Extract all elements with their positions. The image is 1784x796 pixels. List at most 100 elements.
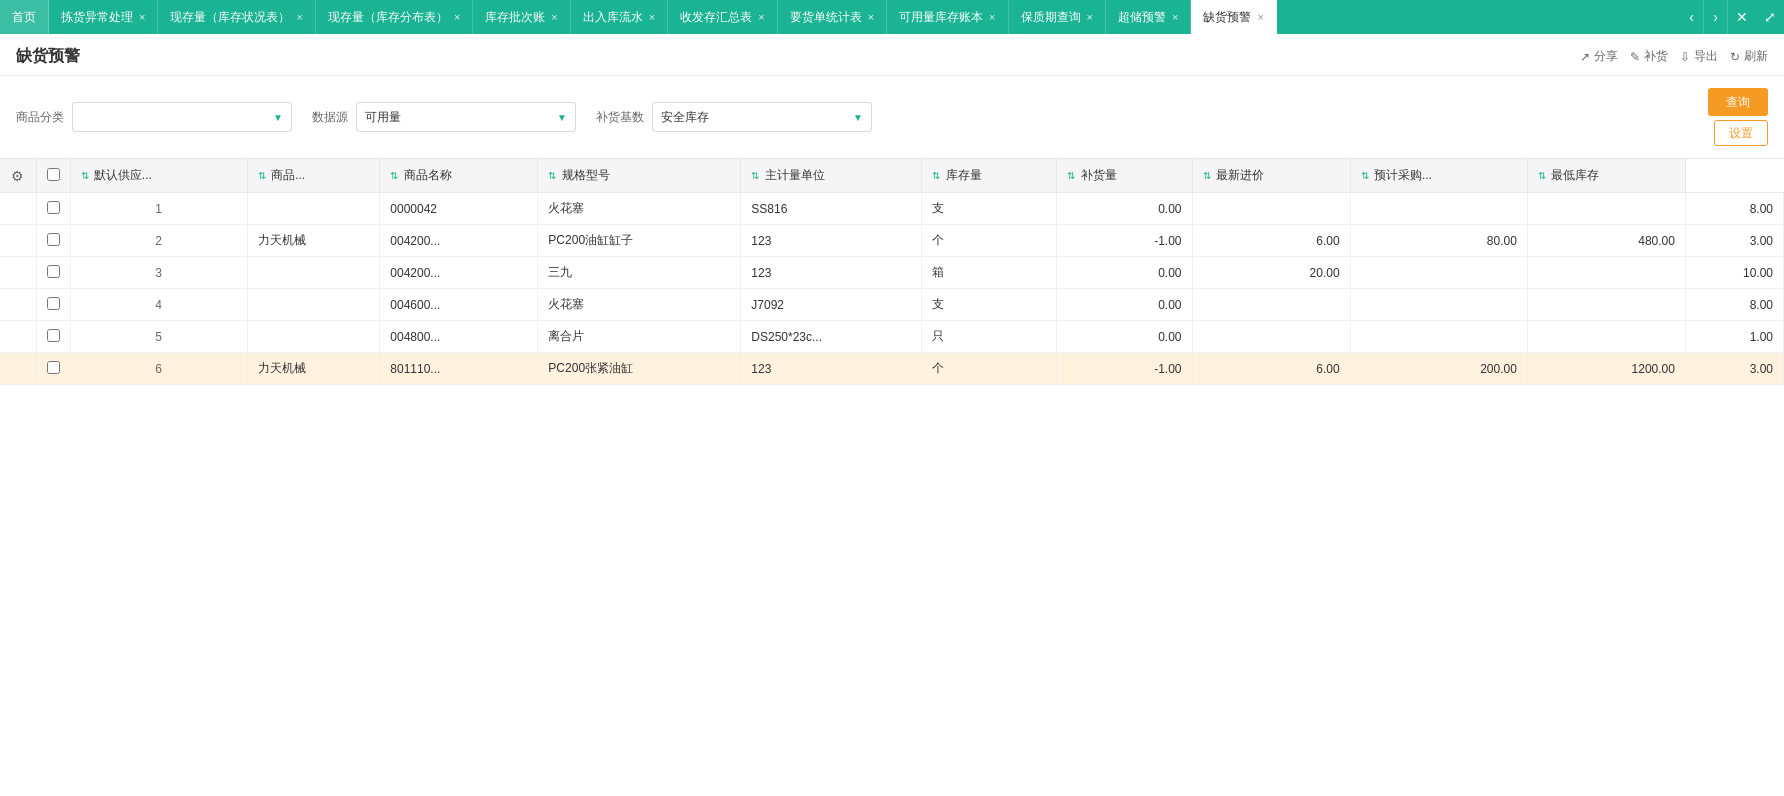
row-stock-cell: 0.00 (1057, 321, 1192, 353)
row-latest-price-cell (1350, 289, 1527, 321)
row-gear-cell (0, 257, 36, 289)
replenish-base-arrow-icon: ▼ (853, 112, 863, 123)
replenish-action[interactable]: ✎ 补货 (1630, 48, 1668, 65)
tab-close-available-ledger[interactable]: × (989, 11, 995, 23)
col-replenish[interactable]: ⇅ 补货量 (1057, 159, 1192, 193)
col-latest-price[interactable]: ⇅ 最新进价 (1192, 159, 1350, 193)
row-checkbox-cell[interactable] (36, 257, 70, 289)
tab-close-inventory-status[interactable]: × (296, 11, 302, 23)
tab-close-collection-summary[interactable]: × (758, 11, 764, 23)
tab-close-overstock-warning[interactable]: × (1172, 11, 1178, 23)
tab-collection-summary[interactable]: 收发存汇总表 × (668, 0, 777, 34)
export-icon: ⇩ (1680, 50, 1690, 64)
row-supplier-cell (247, 257, 379, 289)
row-num-cell: 5 (70, 321, 247, 353)
tab-batch-anomaly[interactable]: 拣货异常处理 × (49, 0, 158, 34)
row-checkbox-5[interactable] (47, 329, 60, 342)
category-arrow-icon: ▼ (273, 112, 283, 123)
datasource-select[interactable]: 可用量 ▼ (356, 102, 576, 132)
tab-close-inventory-dist[interactable]: × (454, 11, 460, 23)
row-checkbox-3[interactable] (47, 265, 60, 278)
tab-batch-account[interactable]: 库存批次账 × (473, 0, 570, 34)
col-spec[interactable]: ⇅ 规格型号 (538, 159, 741, 193)
sort-name-icon: ⇅ (390, 170, 398, 181)
tab-available-ledger[interactable]: 可用量库存账本 × (887, 0, 1008, 34)
row-code-cell: 004200... (380, 257, 538, 289)
refresh-action[interactable]: ↻ 刷新 (1730, 48, 1768, 65)
row-num-cell: 6 (70, 353, 247, 385)
tab-close-requisition-stats[interactable]: × (868, 11, 874, 23)
col-code[interactable]: ⇅ 商品... (247, 159, 379, 193)
row-stock-cell: 0.00 (1057, 289, 1192, 321)
settings-button[interactable]: 设置 (1714, 120, 1768, 146)
col-name[interactable]: ⇅ 商品名称 (380, 159, 538, 193)
select-all-checkbox[interactable] (47, 168, 60, 181)
col-stock[interactable]: ⇅ 库存量 (922, 159, 1057, 193)
row-supplier-cell: 力天机械 (247, 353, 379, 385)
tab-next-btn[interactable]: › (1704, 0, 1728, 34)
row-checkbox-cell[interactable] (36, 353, 70, 385)
row-estimated-cell (1527, 257, 1685, 289)
tab-close-shortage-warning[interactable]: × (1257, 11, 1263, 23)
row-checkbox-1[interactable] (47, 201, 60, 214)
tab-close-expiry-query[interactable]: × (1087, 11, 1093, 23)
tab-close-batch-account[interactable]: × (551, 11, 557, 23)
row-replenish-cell: 6.00 (1192, 353, 1350, 385)
sort-supplier-icon: ⇅ (81, 170, 89, 181)
tab-inventory-dist[interactable]: 现存量（库存分布表） × (316, 0, 473, 34)
datasource-arrow-icon: ▼ (557, 112, 567, 123)
tab-requisition-stats[interactable]: 要货单统计表 × (778, 0, 887, 34)
replenish-base-select[interactable]: 安全库存 ▼ (652, 102, 872, 132)
table-row: 1 0000042 火花塞 SS816 支 0.00 8.00 (0, 193, 1784, 225)
tab-home[interactable]: 首页 (0, 0, 49, 34)
row-checkbox-cell[interactable] (36, 321, 70, 353)
tab-prev-btn[interactable]: ‹ (1680, 0, 1704, 34)
col-supplier[interactable]: ⇅ 默认供应... (70, 159, 247, 193)
col-gear[interactable]: ⚙ (0, 159, 36, 193)
header-actions: ↗ 分享 ✎ 补货 ⇩ 导出 ↻ 刷新 (1580, 48, 1768, 65)
tab-close-batch-anomaly[interactable]: × (139, 11, 145, 23)
tab-close-all-btn[interactable]: ✕ (1728, 0, 1756, 34)
row-stock-cell: -1.00 (1057, 353, 1192, 385)
col-estimated-purchase[interactable]: ⇅ 预计采购... (1350, 159, 1527, 193)
shortage-table: ⚙ ⇅ 默认供应... ⇅ 商品... ⇅ 商品名称 (0, 159, 1784, 385)
query-button[interactable]: 查询 (1708, 88, 1768, 116)
col-unit[interactable]: ⇅ 主计量单位 (741, 159, 922, 193)
row-min-stock-cell: 3.00 (1685, 353, 1783, 385)
category-select[interactable]: ▼ (72, 102, 292, 132)
row-code-cell: 004800... (380, 321, 538, 353)
refresh-icon: ↻ (1730, 50, 1740, 64)
tab-close-in-out-flow[interactable]: × (649, 11, 655, 23)
export-action[interactable]: ⇩ 导出 (1680, 48, 1718, 65)
table-body: 1 0000042 火花塞 SS816 支 0.00 8.00 2 力天机械 0… (0, 193, 1784, 385)
tab-bar: 首页 拣货异常处理 × 现存量（库存状况表） × 现存量（库存分布表） × 库存… (0, 0, 1784, 34)
tab-expand-btn[interactable]: ⤢ (1756, 0, 1784, 34)
row-unit-cell: 只 (922, 321, 1057, 353)
tab-shortage-warning[interactable]: 缺货预警 × (1191, 0, 1276, 34)
row-checkbox-cell[interactable] (36, 225, 70, 257)
row-gear-cell (0, 289, 36, 321)
share-action[interactable]: ↗ 分享 (1580, 48, 1618, 65)
row-checkbox-cell[interactable] (36, 289, 70, 321)
sort-stock-icon: ⇅ (932, 170, 940, 181)
filter-actions: 查询 设置 (1708, 88, 1768, 146)
tab-overstock-warning[interactable]: 超储预警 × (1106, 0, 1191, 34)
row-unit-cell: 个 (922, 353, 1057, 385)
row-checkbox-2[interactable] (47, 233, 60, 246)
gear-icon[interactable]: ⚙ (11, 168, 24, 184)
datasource-filter-group: 数据源 可用量 ▼ (312, 102, 576, 132)
row-name-cell: 火花塞 (538, 289, 741, 321)
tab-in-out-flow[interactable]: 出入库流水 × (571, 0, 668, 34)
row-name-cell: 离合片 (538, 321, 741, 353)
col-checkbox (36, 159, 70, 193)
col-min-stock[interactable]: ⇅ 最低库存 (1527, 159, 1685, 193)
tab-inventory-status[interactable]: 现存量（库存状况表） × (158, 0, 315, 34)
tab-expiry-query[interactable]: 保质期查询 × (1009, 0, 1106, 34)
row-checkbox-4[interactable] (47, 297, 60, 310)
row-num-cell: 1 (70, 193, 247, 225)
row-checkbox-6[interactable] (47, 361, 60, 374)
row-name-cell: PC200张紧油缸 (538, 353, 741, 385)
row-gear-cell (0, 193, 36, 225)
row-min-stock-cell: 3.00 (1685, 225, 1783, 257)
row-checkbox-cell[interactable] (36, 193, 70, 225)
